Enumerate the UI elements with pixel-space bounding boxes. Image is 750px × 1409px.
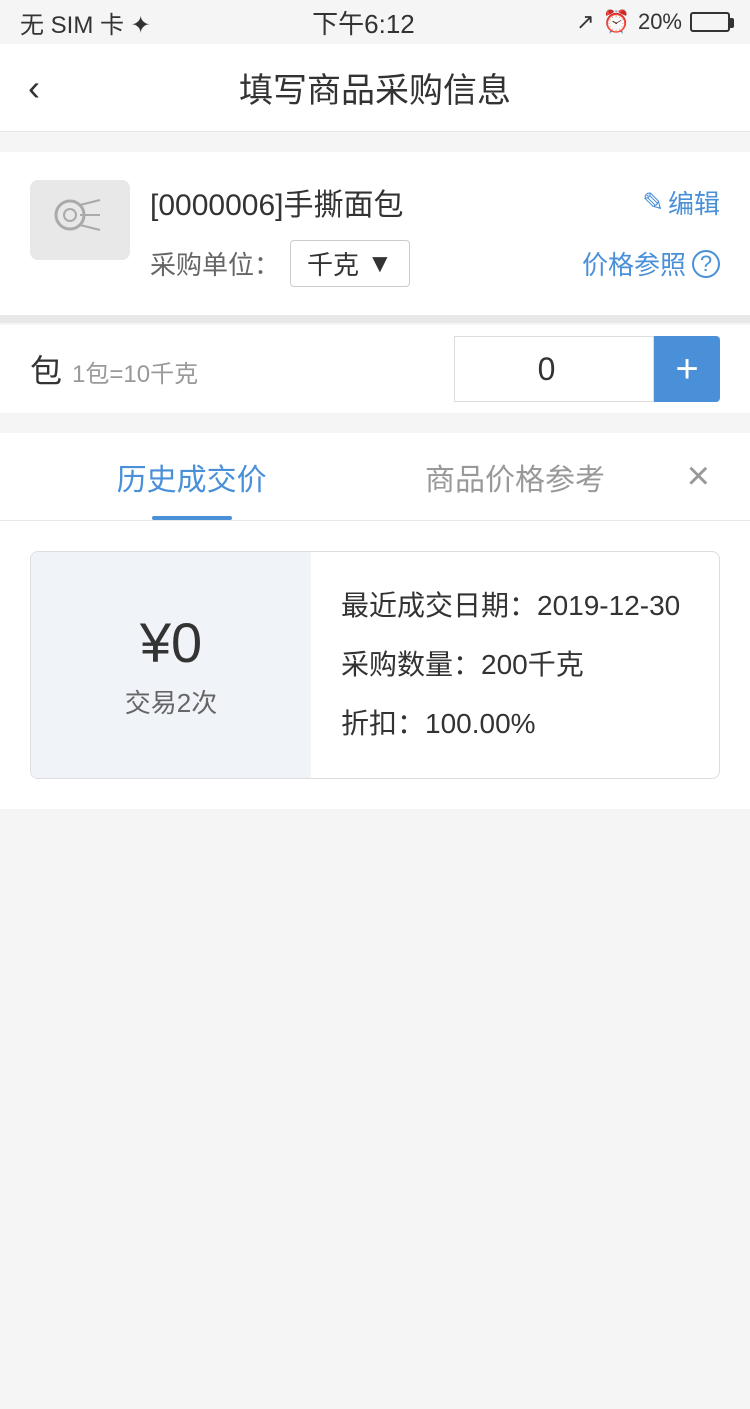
price-trades: 交易2次 [125,683,217,720]
price-card: ¥0 交易2次 最近成交日期：2019-12-30 采购数量：200千克 折扣：… [30,551,720,779]
tab-product-price[interactable]: 商品价格参考 [353,433,676,520]
recent-date-row: 最近成交日期：2019-12-30 [341,586,689,625]
back-button[interactable]: ‹ [28,67,40,109]
edit-icon: ✎ [642,187,664,218]
price-amount: ¥0 [140,610,202,675]
divider [0,315,750,323]
quantity-left: 包 1包=10千克 [30,346,198,392]
qty-unit-label: 包 [30,346,62,392]
tab-header: 历史成交价 商品价格参考 × [0,433,750,521]
price-ref-help-icon: ? [692,250,720,278]
tab-product-label: 商品价格参考 [425,455,605,499]
purchase-quantity-row: 采购数量：200千克 [341,645,689,684]
tab-history-price[interactable]: 历史成交价 [30,433,353,520]
edit-label: 编辑 [668,184,720,221]
tab-active-indicator [152,516,232,520]
unit-label: 采购单位： [150,245,280,282]
battery-icon [690,12,730,32]
battery-percent: 20% [638,9,682,35]
product-details: [0000006]手撕面包 ✎ 编辑 采购单位： 千克 ▼ 价格参照 ? [150,180,720,287]
product-image [30,180,130,260]
quantity-row: 包 1包=10千克 + [0,325,750,413]
footer-space [0,809,750,1409]
discount-row: 折扣：100.00% [341,704,689,743]
status-left: 无 SIM 卡 ✦ [20,5,151,40]
purchase-qty-label: 采购数量： [341,649,481,680]
product-header: [0000006]手撕面包 ✎ 编辑 [150,180,720,224]
status-right: ↗ ⏰ 20% [576,9,730,35]
nav-bar: ‹ 填写商品采购信息 [0,44,750,132]
qty-hint: 1包=10千克 [72,354,198,389]
tab-history-label: 历史成交价 [117,455,267,499]
quantity-plus-button[interactable]: + [654,336,720,402]
tab-close-button[interactable]: × [677,454,720,499]
price-right-panel: 最近成交日期：2019-12-30 采购数量：200千克 折扣：100.00% [311,552,719,778]
product-unit-row: 采购单位： 千克 ▼ 价格参照 ? [150,240,720,287]
page-title: 填写商品采购信息 [239,63,511,112]
edit-button[interactable]: ✎ 编辑 [642,184,720,221]
status-bar: 无 SIM 卡 ✦ 下午6:12 ↗ ⏰ 20% [0,0,750,44]
product-card: [0000006]手撕面包 ✎ 编辑 采购单位： 千克 ▼ 价格参照 ? [0,152,750,315]
discount-label: 折扣： [341,708,425,739]
product-name: [0000006]手撕面包 [150,180,403,224]
quantity-input[interactable] [454,336,654,402]
recent-date-label: 最近成交日期： [341,590,537,621]
alarm-icon: ⏰ [603,9,630,35]
price-ref-button[interactable]: 价格参照 ? [582,245,720,282]
dropdown-icon: ▼ [367,248,393,279]
price-left-panel: ¥0 交易2次 [31,552,311,778]
unit-value: 千克 [307,245,359,282]
unit-dropdown[interactable]: 千克 ▼ [290,240,410,287]
sim-signal: 无 SIM 卡 ✦ [20,5,151,40]
recent-date-value: 2019-12-30 [537,590,680,621]
status-time: 下午6:12 [312,4,415,41]
tab-panel: 历史成交价 商品价格参考 × ¥0 交易2次 最近成交日期：2019-12-30… [0,433,750,809]
discount-value: 100.00% [425,708,536,739]
price-ref-label: 价格参照 [582,245,686,282]
navigation-icon: ↗ [576,9,594,35]
tab-content: ¥0 交易2次 最近成交日期：2019-12-30 采购数量：200千克 折扣：… [0,521,750,809]
quantity-right: + [454,336,720,402]
purchase-qty-value: 200千克 [481,649,584,680]
